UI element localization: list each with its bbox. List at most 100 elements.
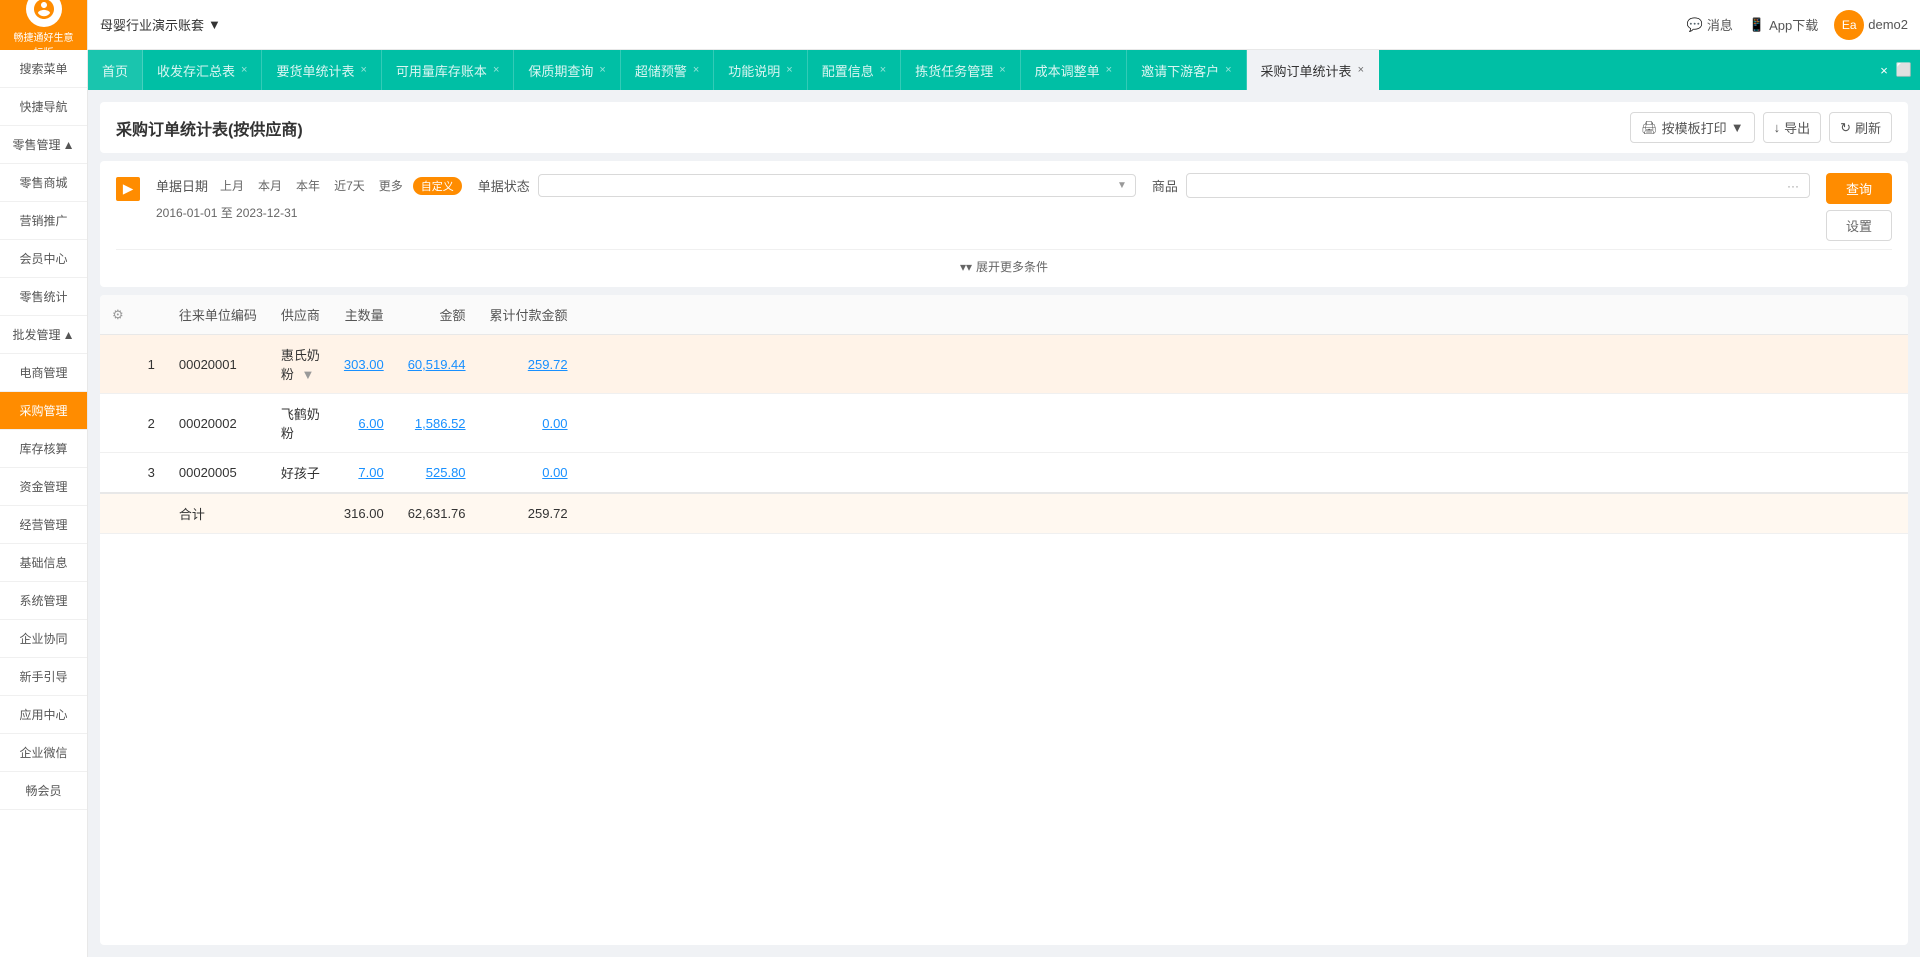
row-amount-link-2[interactable]: 525.80 bbox=[426, 465, 466, 480]
tab-purchase-stats[interactable]: 采购订单统计表 × bbox=[1247, 50, 1379, 90]
settings-button[interactable]: 设置 bbox=[1826, 210, 1892, 241]
date-this-month[interactable]: 本月 bbox=[254, 176, 286, 195]
close-icon[interactable]: × bbox=[1106, 64, 1112, 76]
row-quantity-link-0[interactable]: 303.00 bbox=[344, 357, 384, 372]
sidebar-item-system[interactable]: 系统管理 bbox=[0, 582, 87, 620]
app-download-label: App下载 bbox=[1769, 15, 1818, 34]
row-checkbox-2 bbox=[100, 453, 136, 494]
tab-cost-adjust[interactable]: 成本调整单 × bbox=[1021, 50, 1127, 90]
table-row[interactable]: 1 00020001 惠氏奶粉 ▼ 303.00 60,519.44 259.7… bbox=[100, 335, 1908, 394]
workspace-selector[interactable]: 母婴行业演示账套 ▼ bbox=[100, 15, 1679, 34]
goods-input[interactable] bbox=[1195, 178, 1781, 193]
tab-config[interactable]: 配置信息 × bbox=[808, 50, 901, 90]
row-paid-link-1[interactable]: 0.00 bbox=[542, 416, 567, 431]
th-quantity: 主数量 bbox=[332, 295, 396, 335]
row-amount-link-1[interactable]: 1,586.52 bbox=[415, 416, 466, 431]
tab-home[interactable]: 首页 bbox=[88, 50, 143, 90]
arrow-icon: ▲ bbox=[63, 138, 75, 152]
goods-more-icon[interactable]: ··· bbox=[1785, 179, 1801, 193]
th-extra bbox=[580, 295, 1908, 335]
tab-available-stock[interactable]: 可用量库存账本 × bbox=[382, 50, 514, 90]
tab-function-desc[interactable]: 功能说明 × bbox=[714, 50, 807, 90]
table-row[interactable]: 3 00020005 好孩子 7.00 525.80 0.00 bbox=[100, 453, 1908, 494]
sidebar-item-member[interactable]: 会员中心 bbox=[0, 240, 87, 278]
column-setting-icon[interactable]: ⚙ bbox=[112, 307, 124, 322]
table-footer-row: 合计 316.00 62,631.76 259.72 bbox=[100, 493, 1908, 534]
sidebar-item-newbie[interactable]: 新手引导 bbox=[0, 658, 87, 696]
sidebar-item-quicknav[interactable]: 快捷导航 bbox=[0, 88, 87, 126]
close-icon[interactable]: × bbox=[241, 64, 247, 76]
tab-overstock[interactable]: 超储预警 × bbox=[621, 50, 714, 90]
row-amount-link-0[interactable]: 60,519.44 bbox=[408, 357, 466, 372]
tab-pick-task[interactable]: 拣货任务管理 × bbox=[901, 50, 1020, 90]
tab-stocksummary[interactable]: 收发存汇总表 × bbox=[143, 50, 262, 90]
message-label: 消息 bbox=[1707, 15, 1733, 34]
row-paid-link-2[interactable]: 0.00 bbox=[542, 465, 567, 480]
row-quantity-link-1[interactable]: 6.00 bbox=[358, 416, 383, 431]
tab-reqorder[interactable]: 要货单统计表 × bbox=[262, 50, 381, 90]
message-icon: 💬 bbox=[1687, 17, 1703, 33]
sidebar-item-basic-info[interactable]: 基础信息 bbox=[0, 544, 87, 582]
row-amount-1: 1,586.52 bbox=[396, 394, 478, 453]
close-icon[interactable]: × bbox=[493, 64, 499, 76]
tabs-maximize-icon[interactable]: ⬜ bbox=[1896, 62, 1912, 78]
print-button[interactable]: 🖨 按模板打印 ▼ bbox=[1630, 112, 1754, 143]
sidebar-item-finance[interactable]: 资金管理 bbox=[0, 468, 87, 506]
collapse-button[interactable]: ▶ bbox=[116, 177, 140, 201]
sidebar-item-member2[interactable]: 畅会员 bbox=[0, 772, 87, 810]
footer-amount: 62,631.76 bbox=[396, 493, 478, 534]
user-profile[interactable]: Ea demo2 bbox=[1834, 10, 1908, 40]
close-icon[interactable]: × bbox=[1358, 64, 1364, 76]
sidebar-item-marketing[interactable]: 营销推广 bbox=[0, 202, 87, 240]
th-amount: 金额 bbox=[396, 295, 478, 335]
sidebar-item-ecommerce[interactable]: 电商管理 bbox=[0, 354, 87, 392]
sidebar-item-enterprise[interactable]: 企业协同 bbox=[0, 620, 87, 658]
status-select[interactable]: ▼ bbox=[538, 174, 1136, 197]
date-more[interactable]: 更多 bbox=[375, 176, 407, 195]
close-icon[interactable]: × bbox=[786, 64, 792, 76]
sidebar-item-retail-mgmt[interactable]: 零售管理 ▲ bbox=[0, 126, 87, 164]
query-button[interactable]: 查询 bbox=[1826, 173, 1892, 204]
export-icon: ↓ bbox=[1774, 120, 1781, 135]
date-7days[interactable]: 近7天 bbox=[330, 176, 369, 195]
message-action[interactable]: 💬 消息 bbox=[1687, 15, 1733, 34]
table-row[interactable]: 2 00020002 飞鹤奶粉 6.00 1,586.52 0.00 bbox=[100, 394, 1908, 453]
close-icon[interactable]: × bbox=[999, 64, 1005, 76]
sidebar-item-retail-stats[interactable]: 零售统计 bbox=[0, 278, 87, 316]
sidebar-item-retail-shop[interactable]: 零售商城 bbox=[0, 164, 87, 202]
tabs-close-all-icon[interactable]: × bbox=[1880, 63, 1888, 78]
footer-empty2 bbox=[136, 493, 167, 534]
status-filter-label: 单据状态 bbox=[478, 176, 530, 195]
tab-expiry[interactable]: 保质期查询 × bbox=[514, 50, 620, 90]
sidebar-item-search[interactable]: 搜索菜单 bbox=[0, 50, 87, 88]
date-custom-tag[interactable]: 自定义 bbox=[413, 177, 462, 195]
th-setting: ⚙ bbox=[100, 295, 136, 335]
sidebar-item-operation[interactable]: 经营管理 bbox=[0, 506, 87, 544]
expand-more-button[interactable]: ▾▾ 展开更多条件 bbox=[960, 258, 1048, 275]
print-dropdown-icon: ▼ bbox=[1731, 120, 1744, 135]
data-table: ⚙ 往来单位编码 供应商 主数量 金额 累计付款金额 1 00020001 bbox=[100, 295, 1908, 534]
date-last-month[interactable]: 上月 bbox=[216, 176, 248, 195]
sidebar-item-purchase[interactable]: 采购管理 bbox=[0, 392, 87, 430]
date-this-year[interactable]: 本年 bbox=[292, 176, 324, 195]
page-title: 采购订单统计表(按供应商) bbox=[116, 116, 303, 140]
sidebar-item-appcenter[interactable]: 应用中心 bbox=[0, 696, 87, 734]
row-dropdown-icon[interactable]: ▼ bbox=[302, 367, 315, 382]
row-paid-link-0[interactable]: 259.72 bbox=[528, 357, 568, 372]
sidebar-item-inventory[interactable]: 库存核算 bbox=[0, 430, 87, 468]
app-download-action[interactable]: 📱 App下载 bbox=[1749, 15, 1818, 34]
close-icon[interactable]: × bbox=[693, 64, 699, 76]
footer-empty3 bbox=[269, 493, 332, 534]
close-icon[interactable]: × bbox=[1225, 64, 1231, 76]
close-icon[interactable]: × bbox=[360, 64, 366, 76]
row-quantity-link-2[interactable]: 7.00 bbox=[358, 465, 383, 480]
th-supplier: 供应商 bbox=[269, 295, 332, 335]
export-button[interactable]: ↓ 导出 bbox=[1763, 112, 1822, 143]
tab-invite-downstream[interactable]: 邀请下游客户 × bbox=[1127, 50, 1246, 90]
refresh-button[interactable]: ↻ 刷新 bbox=[1829, 112, 1892, 143]
sidebar-item-wholesale[interactable]: 批发管理 ▲ bbox=[0, 316, 87, 354]
close-icon[interactable]: × bbox=[599, 64, 605, 76]
date-shortcuts: 上月 本月 本年 近7天 更多 自定义 bbox=[216, 176, 462, 195]
close-icon[interactable]: × bbox=[880, 64, 886, 76]
sidebar-item-wechat[interactable]: 企业微信 bbox=[0, 734, 87, 772]
